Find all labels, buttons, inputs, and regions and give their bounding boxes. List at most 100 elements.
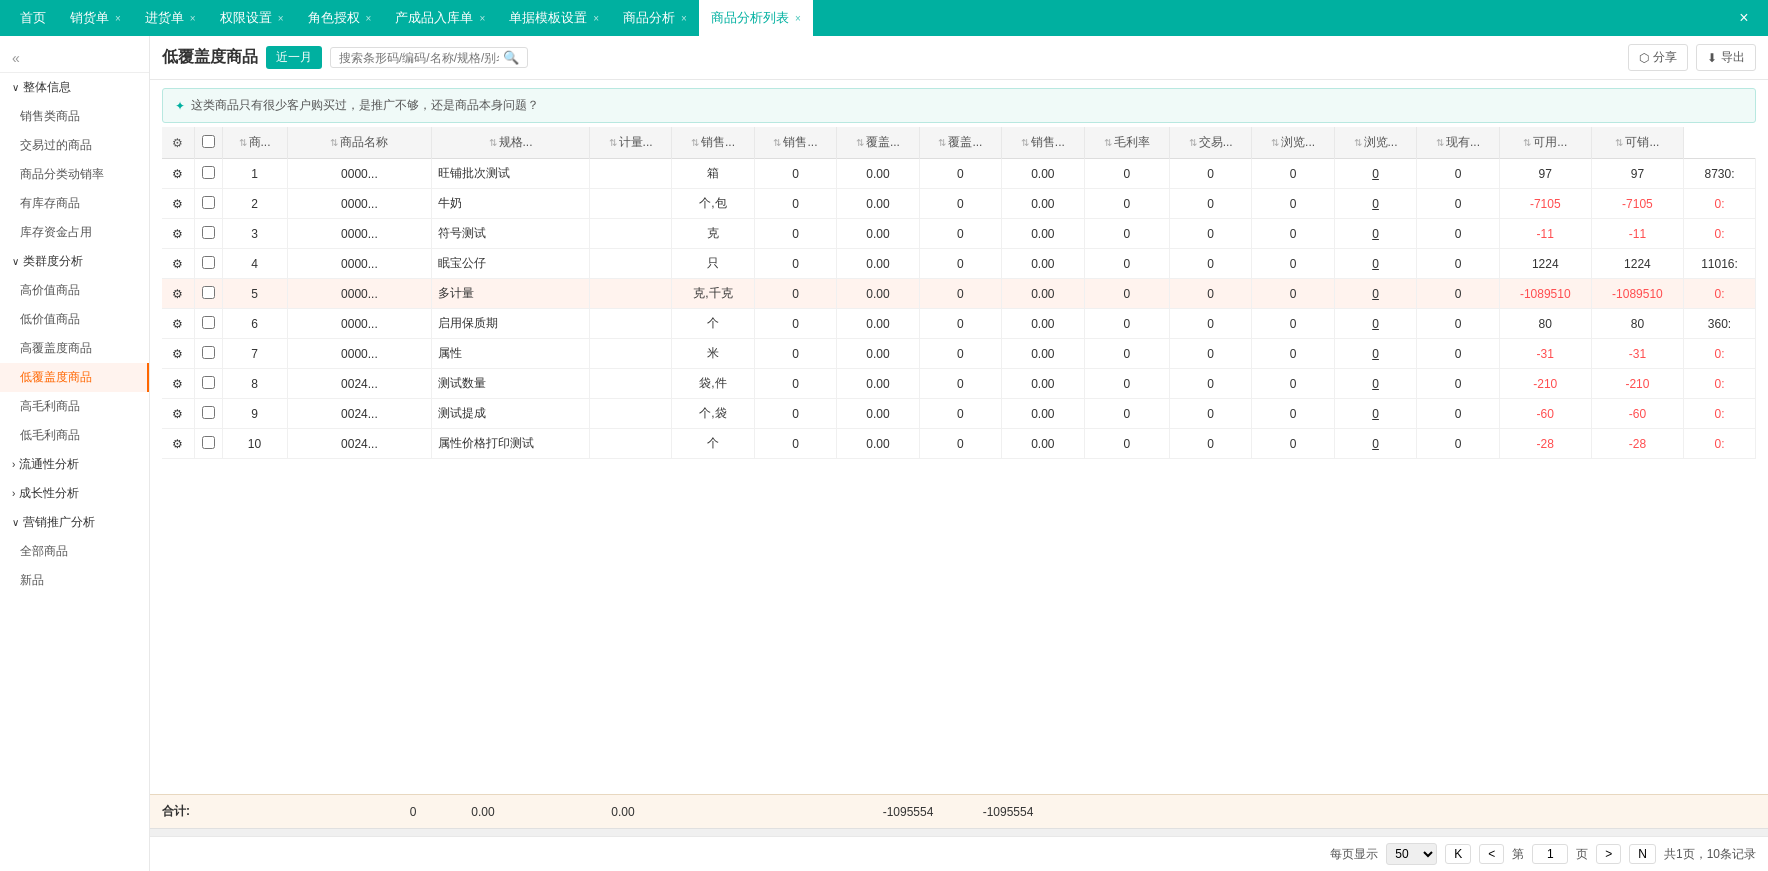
row-browse-a[interactable]: 0 — [1334, 309, 1416, 339]
row-browse-a[interactable]: 0 — [1334, 249, 1416, 279]
row-checkbox[interactable] — [194, 309, 222, 339]
row-settings[interactable]: ⚙ — [162, 159, 194, 189]
page-number-input[interactable] — [1532, 844, 1568, 864]
row-settings[interactable]: ⚙ — [162, 219, 194, 249]
sidebar-item-traded-goods[interactable]: 交易过的商品 — [0, 131, 149, 160]
sidebar-collapse-btn[interactable]: « — [8, 48, 24, 68]
col-sales-c[interactable]: ⇅销售... — [1002, 127, 1084, 159]
nav-template[interactable]: 单据模板设置 × — [497, 0, 611, 36]
row-settings[interactable]: ⚙ — [162, 249, 194, 279]
nav-product-analysis-list[interactable]: 商品分析列表 × — [699, 0, 813, 36]
col-cover-b[interactable]: ⇅覆盖... — [919, 127, 1001, 159]
nav-sales[interactable]: 销货单 × — [58, 0, 133, 36]
col-sales-amt[interactable]: ⇅销售... — [754, 127, 836, 159]
row-checkbox[interactable] — [194, 219, 222, 249]
row-checkbox[interactable] — [194, 399, 222, 429]
row-checkbox[interactable] — [194, 159, 222, 189]
nav-home[interactable]: 首页 — [8, 0, 58, 36]
col-gross-rate[interactable]: ⇅毛利率 — [1084, 127, 1169, 159]
row-sales-c: 0 — [1084, 249, 1169, 279]
nav-role-close[interactable]: × — [366, 13, 372, 24]
row-settings[interactable]: ⚙ — [162, 279, 194, 309]
row-browse-a[interactable]: 0 — [1334, 159, 1416, 189]
date-filter-button[interactable]: 近一月 — [266, 46, 322, 69]
row-checkbox[interactable] — [194, 369, 222, 399]
sidebar-item-category-rate[interactable]: 商品分类动销率 — [0, 160, 149, 189]
sidebar-item-low-coverage[interactable]: 低覆盖度商品 — [0, 363, 149, 392]
col-trans[interactable]: ⇅交易... — [1169, 127, 1251, 159]
row-checkbox[interactable] — [194, 189, 222, 219]
nav-permission-close[interactable]: × — [278, 13, 284, 24]
nav-product-close[interactable]: × — [681, 13, 687, 24]
table-row: ⚙ 6 0000... 启用保质期 个 0 0.00 0 0.00 0 0 0 … — [162, 309, 1756, 339]
sidebar-section-overall[interactable]: ∨ 整体信息 — [0, 73, 149, 102]
sidebar-item-capital[interactable]: 库存资金占用 — [0, 218, 149, 247]
sidebar-item-in-stock[interactable]: 有库存商品 — [0, 189, 149, 218]
col-spec[interactable]: ⇅规格... — [432, 127, 590, 159]
window-close-button[interactable]: × — [1728, 2, 1760, 34]
row-browse-a[interactable]: 0 — [1334, 279, 1416, 309]
row-settings[interactable]: ⚙ — [162, 399, 194, 429]
col-checkbox[interactable] — [194, 127, 222, 159]
sidebar-item-high-coverage[interactable]: 高覆盖度商品 — [0, 334, 149, 363]
row-browse-a[interactable]: 0 — [1334, 339, 1416, 369]
sidebar-item-high-value[interactable]: 高价值商品 — [0, 276, 149, 305]
row-settings[interactable]: ⚙ — [162, 189, 194, 219]
col-sales-qty[interactable]: ⇅销售... — [672, 127, 754, 159]
row-checkbox[interactable] — [194, 249, 222, 279]
nav-role[interactable]: 角色授权 × — [296, 0, 384, 36]
prev-page-button[interactable]: < — [1479, 844, 1504, 864]
row-settings[interactable]: ⚙ — [162, 339, 194, 369]
sidebar-item-sales-goods[interactable]: 销售类商品 — [0, 102, 149, 131]
col-name[interactable]: ⇅商品名称 — [287, 127, 432, 159]
row-browse-a[interactable]: 0 — [1334, 369, 1416, 399]
nav-purchase[interactable]: 进货单 × — [133, 0, 208, 36]
search-input[interactable] — [339, 51, 499, 65]
col-available[interactable]: ⇅可用... — [1499, 127, 1591, 159]
row-trans: 0 — [1252, 429, 1334, 459]
sidebar-item-high-margin[interactable]: 高毛利商品 — [0, 392, 149, 421]
nav-template-close[interactable]: × — [593, 13, 599, 24]
scrollbar[interactable] — [150, 828, 1768, 836]
row-settings[interactable]: ⚙ — [162, 429, 194, 459]
sidebar-section-marketing[interactable]: ∨ 营销推广分析 — [0, 508, 149, 537]
row-checkbox[interactable] — [194, 339, 222, 369]
row-browse-a[interactable]: 0 — [1334, 399, 1416, 429]
col-current[interactable]: ⇅现有... — [1417, 127, 1499, 159]
nav-sales-close[interactable]: × — [115, 13, 121, 24]
nav-product-list-close[interactable]: × — [795, 13, 801, 24]
per-page-select[interactable]: 50 100 200 — [1386, 843, 1437, 865]
row-checkbox[interactable] — [194, 429, 222, 459]
next-page-button[interactable]: > — [1596, 844, 1621, 864]
sidebar-item-all-goods[interactable]: 全部商品 — [0, 537, 149, 566]
col-cover-a[interactable]: ⇅覆盖... — [837, 127, 919, 159]
row-checkbox[interactable] — [194, 279, 222, 309]
nav-warehouse[interactable]: 产成品入库单 × — [383, 0, 497, 36]
share-button[interactable]: ⬡ 分享 — [1628, 44, 1688, 71]
row-browse-a[interactable]: 0 — [1334, 429, 1416, 459]
sidebar-item-low-value[interactable]: 低价值商品 — [0, 305, 149, 334]
col-saleable[interactable]: ⇅可销... — [1591, 127, 1683, 159]
col-code[interactable]: ⇅商... — [222, 127, 287, 159]
row-browse-a[interactable]: 0 — [1334, 219, 1416, 249]
row-settings[interactable]: ⚙ — [162, 309, 194, 339]
col-browse-b[interactable]: ⇅浏览... — [1334, 127, 1416, 159]
row-settings[interactable]: ⚙ — [162, 369, 194, 399]
nav-warehouse-close[interactable]: × — [479, 13, 485, 24]
row-browse-a[interactable]: 0 — [1334, 189, 1416, 219]
first-page-button[interactable]: K — [1445, 844, 1471, 864]
sidebar-item-new-goods[interactable]: 新品 — [0, 566, 149, 595]
col-settings[interactable]: ⚙ — [162, 127, 194, 159]
export-button[interactable]: ⬇ 导出 — [1696, 44, 1756, 71]
nav-purchase-close[interactable]: × — [190, 13, 196, 24]
col-unit[interactable]: ⇅计量... — [589, 127, 671, 159]
select-all-checkbox[interactable] — [202, 135, 215, 148]
sidebar-section-cluster[interactable]: ∨ 类群度分析 — [0, 247, 149, 276]
sidebar-section-circulation[interactable]: › 流通性分析 — [0, 450, 149, 479]
sidebar-item-low-margin[interactable]: 低毛利商品 — [0, 421, 149, 450]
col-browse-a[interactable]: ⇅浏览... — [1252, 127, 1334, 159]
nav-product-analysis[interactable]: 商品分析 × — [611, 0, 699, 36]
last-page-button[interactable]: N — [1629, 844, 1656, 864]
nav-permission[interactable]: 权限设置 × — [208, 0, 296, 36]
sidebar-section-growth[interactable]: › 成长性分析 — [0, 479, 149, 508]
